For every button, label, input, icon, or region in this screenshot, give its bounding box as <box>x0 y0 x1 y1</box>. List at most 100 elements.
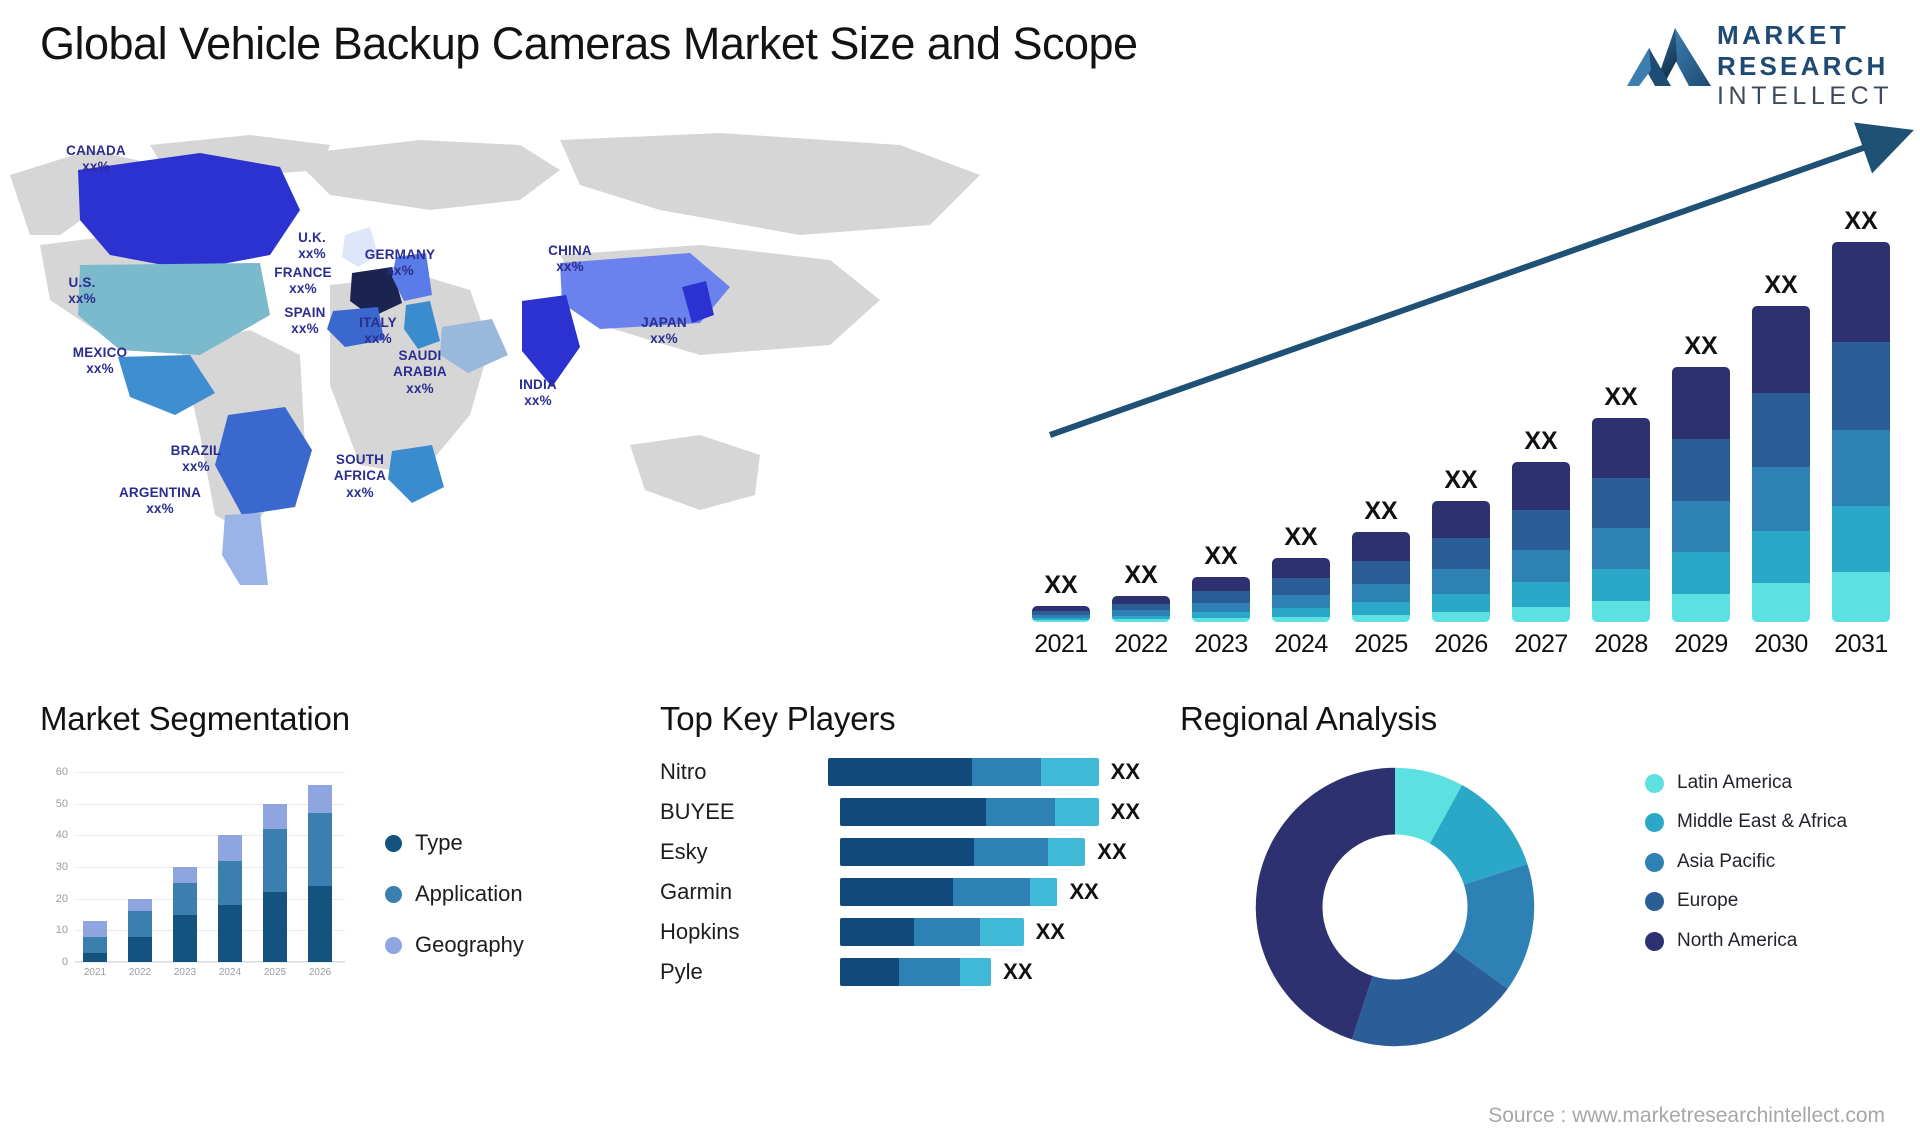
forecast-year-label: 2023 <box>1194 630 1248 658</box>
segmentation-x-label: 2022 <box>128 967 152 978</box>
forecast-segment-segment-2 <box>1512 582 1570 607</box>
map-label-brazil: BRAZIL xx% <box>170 443 222 475</box>
forecast-segment-segment-4 <box>1272 578 1330 595</box>
forecast-segment-segment-5 <box>1272 557 1330 579</box>
key-player-segment-segment-2 <box>974 838 1049 866</box>
forecast-segment-segment-1 <box>1272 616 1330 622</box>
key-player-value-label: XX <box>1110 759 1140 784</box>
forecast-segment-segment-2 <box>1352 602 1410 615</box>
regional-legend-item-europe[interactable]: Europe <box>1645 890 1847 912</box>
segmentation-x-label: 2021 <box>83 967 107 978</box>
map-label-saudi-arabia: SAUDI ARABIA xx% <box>393 348 447 396</box>
segmentation-x-label: 2025 <box>263 967 287 978</box>
forecast-segment-segment-3 <box>1192 602 1250 612</box>
segmentation-y-tick: 60 <box>55 766 68 778</box>
forecast-column-2030: XX 2030 <box>1752 271 1810 658</box>
segmentation-bar <box>263 803 287 962</box>
forecast-bar <box>1512 462 1570 622</box>
map-label-india: INDIA xx% <box>519 377 557 409</box>
segmentation-segment-geography <box>83 920 107 937</box>
segmentation-gridline <box>75 772 345 773</box>
forecast-year-label: 2025 <box>1354 630 1408 658</box>
regional-legend-item-asia-pacific[interactable]: Asia Pacific <box>1645 851 1847 873</box>
regional-analysis-panel: Regional Analysis Latin America Middle Ea… <box>1180 700 1920 1130</box>
segmentation-segment-geography <box>263 803 287 830</box>
forecast-segment-segment-3 <box>1512 549 1570 583</box>
forecast-segment-segment-2 <box>1752 530 1810 584</box>
segmentation-gridline <box>75 930 345 932</box>
forecast-segment-segment-3 <box>1672 500 1730 553</box>
segmentation-gridline <box>75 898 345 900</box>
map-label-mexico: MEXICO xx% <box>72 345 128 377</box>
forecast-segment-segment-5 <box>1432 500 1490 539</box>
key-player-value-label: XX <box>1035 919 1065 944</box>
forecast-segment-segment-5 <box>1672 366 1730 440</box>
key-player-segment-segment-1 <box>827 758 972 786</box>
key-player-segment-segment-3 <box>980 918 1024 946</box>
regional-legend-item-north-america[interactable]: North America <box>1645 930 1847 952</box>
forecast-value-label: XX <box>1604 383 1638 412</box>
segmentation-legend-item-type[interactable]: Type <box>385 830 524 856</box>
segmentation-y-tick: 50 <box>55 797 68 810</box>
logo-line-intellect: INTELLECT <box>1717 82 1894 111</box>
forecast-segment-segment-5 <box>1752 306 1810 393</box>
segmentation-bar <box>218 835 242 962</box>
key-player-value-label: XX <box>1069 879 1099 904</box>
forecast-segment-segment-1 <box>1832 571 1890 622</box>
key-player-row: Garmin XX <box>660 878 1140 906</box>
regional-legend-item-middle-east-africa[interactable]: Middle East & Africa <box>1645 811 1847 833</box>
forecast-segment-segment-2 <box>1592 569 1650 602</box>
header: Global Vehicle Backup Cameras Market Siz… <box>0 0 1920 120</box>
forecast-bar <box>1112 596 1170 622</box>
logo-line-market: MARKET <box>1717 20 1850 50</box>
map-label-france: FRANCE xx% <box>274 265 332 297</box>
map-label-argentina: ARGENTINA xx% <box>118 485 202 517</box>
forecast-bar <box>1352 532 1410 622</box>
segmentation-legend-label: Application <box>415 881 523 906</box>
forecast-value-label: XX <box>1764 271 1798 300</box>
forecast-year-label: 2024 <box>1274 630 1328 658</box>
forecast-segment-segment-1 <box>1592 601 1650 622</box>
forecast-bar <box>1192 576 1250 622</box>
key-player-name: Garmin <box>660 879 733 904</box>
segmentation-segment-application <box>128 911 152 937</box>
regional-legend-item-latin-america[interactable]: Latin America <box>1645 772 1847 794</box>
forecast-value-label: XX <box>1044 571 1078 599</box>
segmentation-x-axis <box>75 960 345 962</box>
segmentation-y-tick: 30 <box>55 861 68 873</box>
forecast-year-label: 2028 <box>1594 630 1648 658</box>
segmentation-segment-type <box>128 936 152 962</box>
segmentation-column-2025: 2025 <box>263 803 287 978</box>
forecast-segment-segment-1 <box>1432 611 1490 622</box>
map-label-spain: SPAIN xx% <box>284 305 326 337</box>
forecast-segment-segment-3 <box>1592 527 1650 570</box>
forecast-segment-segment-4 <box>1672 439 1730 501</box>
forecast-segment-segment-3 <box>1832 430 1890 507</box>
forecast-column-2028: XX 2028 <box>1592 383 1650 658</box>
market-segmentation-title: Market Segmentation <box>40 700 350 737</box>
top-key-players-panel: Top Key Players Nitro XX BUYEE XX Esky XX Garm… <box>660 700 1140 1130</box>
key-player-name: BUYEE <box>660 799 735 824</box>
forecast-value-label: XX <box>1684 331 1718 360</box>
key-player-name: Esky <box>660 839 708 864</box>
key-player-segment-segment-1 <box>839 798 987 826</box>
forecast-column-2024: XX 2024 <box>1272 523 1330 658</box>
key-player-row: Esky XX <box>660 838 1140 866</box>
segmentation-gridline <box>75 803 345 805</box>
segmentation-segment-type <box>263 892 287 962</box>
key-player-value-label: XX <box>1110 799 1140 824</box>
forecast-column-2029: XX 2029 <box>1672 332 1730 658</box>
legend-dot-icon <box>1645 852 1664 872</box>
forecast-segment-segment-4 <box>1192 591 1250 603</box>
forecast-segment-segment-5 <box>1512 462 1570 510</box>
segmentation-segment-type <box>218 905 242 962</box>
segmentation-gridline <box>75 962 345 963</box>
key-player-name: Pyle <box>660 959 703 984</box>
segmentation-y-tick: 40 <box>55 829 68 842</box>
segmentation-legend-item-application[interactable]: Application <box>385 881 524 907</box>
key-player-row: BUYEE XX <box>660 798 1140 826</box>
segmentation-legend-item-geography[interactable]: Geography <box>385 932 524 958</box>
forecast-segment-segment-2 <box>1432 593 1490 612</box>
forecast-value-label: XX <box>1124 561 1158 590</box>
key-player-segment-segment-3 <box>1055 798 1099 826</box>
